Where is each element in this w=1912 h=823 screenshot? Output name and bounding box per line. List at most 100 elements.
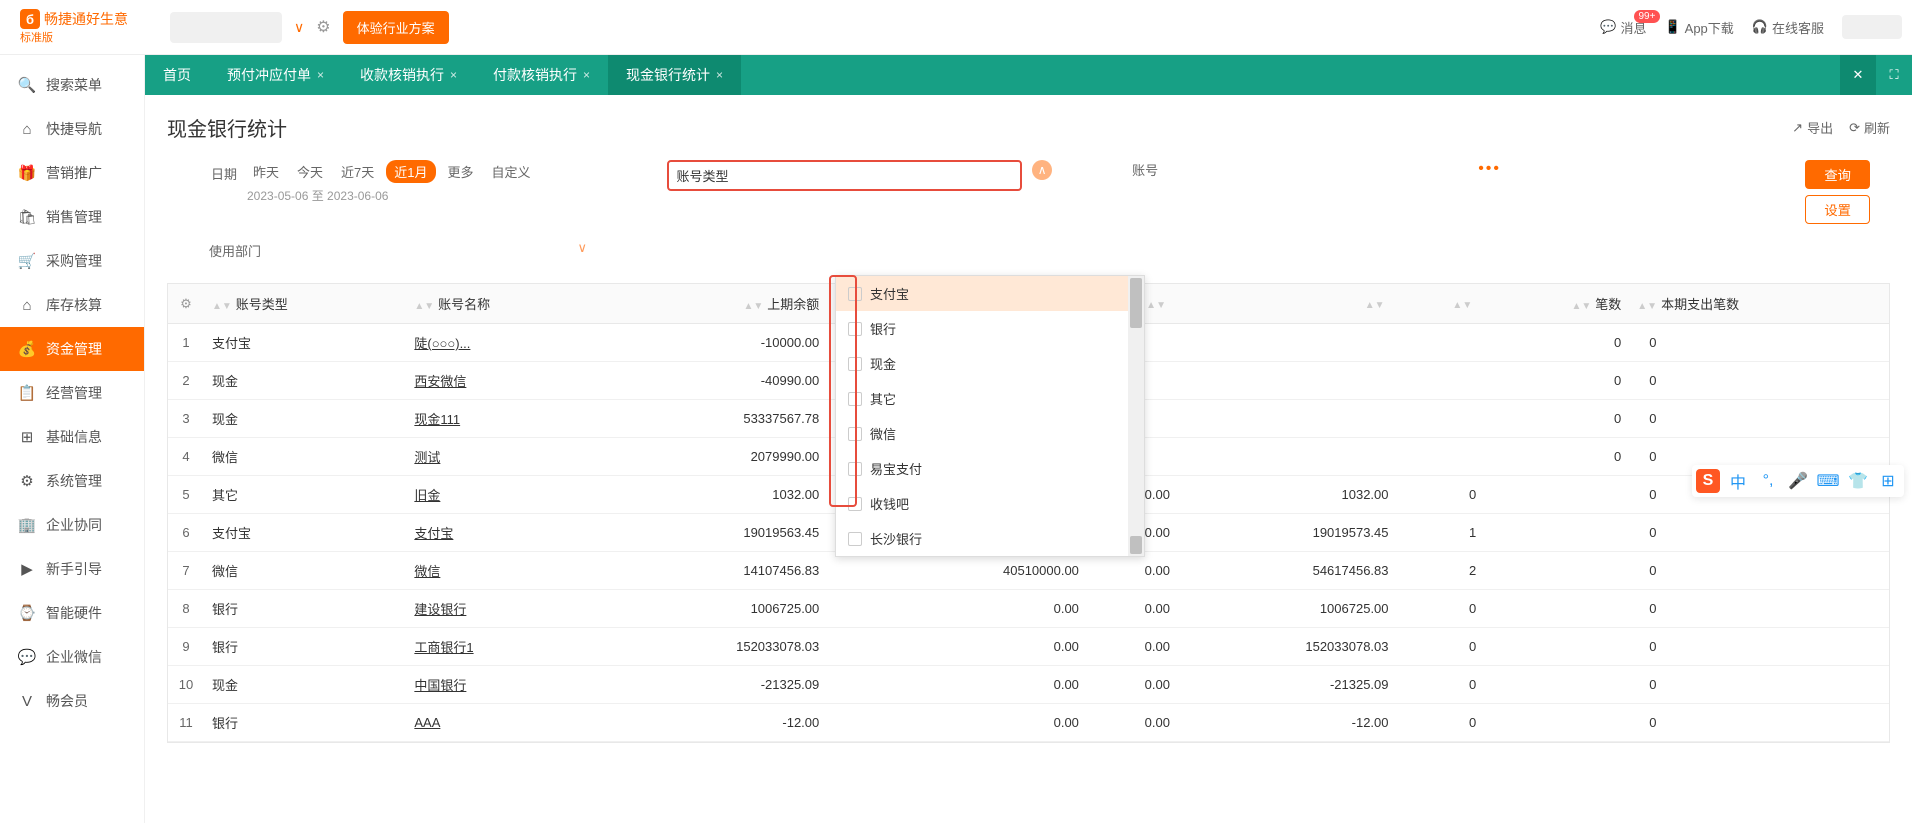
- th-1[interactable]: ▲▼账号类型: [204, 284, 406, 324]
- cell-name[interactable]: 旧金: [406, 476, 608, 514]
- ime-mic-icon[interactable]: 🎤: [1786, 469, 1810, 493]
- dropdown-item-2[interactable]: 现金: [836, 346, 1144, 381]
- sidebar-item-12[interactable]: ⌚智能硬件: [0, 591, 144, 635]
- cell-name[interactable]: 工商银行1: [406, 628, 608, 666]
- sidebar-item-5[interactable]: ⌂库存核算: [0, 283, 144, 327]
- sidebar-item-11[interactable]: ▶新手引导: [0, 547, 144, 591]
- tab-2[interactable]: 收款核销执行×: [342, 55, 475, 95]
- tab-0[interactable]: 首页: [145, 55, 209, 95]
- ime-skin-icon[interactable]: 👕: [1846, 469, 1870, 493]
- tab-3[interactable]: 付款核销执行×: [475, 55, 608, 95]
- date-pill-3[interactable]: 近1月: [386, 160, 435, 183]
- date-pill-0[interactable]: 昨天: [247, 160, 285, 183]
- th-8[interactable]: ▲▼笔数: [1484, 284, 1629, 324]
- cell-name[interactable]: 中国银行: [406, 666, 608, 704]
- dropdown-item-0[interactable]: 支付宝: [836, 276, 1144, 311]
- app-download-button[interactable]: 📱 App下载: [1664, 18, 1733, 37]
- tab-close-icon[interactable]: ×: [583, 68, 590, 82]
- tab-close-icon[interactable]: ×: [317, 68, 324, 82]
- ime-keyboard-icon[interactable]: ⌨: [1816, 469, 1840, 493]
- dropdown-item-7[interactable]: 长沙银行: [836, 521, 1144, 556]
- checkbox[interactable]: [848, 392, 862, 406]
- tab-4[interactable]: 现金银行统计×: [608, 55, 741, 95]
- tab-1[interactable]: 预付冲应付单×: [209, 55, 342, 95]
- checkbox[interactable]: [848, 532, 862, 546]
- account-type-input[interactable]: [732, 169, 1012, 184]
- th-7[interactable]: ▲▼: [1397, 284, 1485, 324]
- dropdown-item-4[interactable]: 微信: [836, 416, 1144, 451]
- sidebar-item-8[interactable]: ⊞基础信息: [0, 415, 144, 459]
- cell-name[interactable]: 西安微信: [406, 362, 608, 400]
- account-type-filter[interactable]: 账号类型: [667, 160, 1023, 191]
- sort-icon[interactable]: ▲▼: [414, 304, 434, 309]
- sidebar-item-9[interactable]: ⚙系统管理: [0, 459, 144, 503]
- sidebar-item-7[interactable]: 📋经营管理: [0, 371, 144, 415]
- checkbox[interactable]: [848, 427, 862, 441]
- checkbox[interactable]: [848, 462, 862, 476]
- sidebar-item-0[interactable]: 🔍搜索菜单: [0, 63, 144, 107]
- refresh-button[interactable]: ⟳ 刷新: [1849, 118, 1890, 137]
- sidebar-item-1[interactable]: ⌂快捷导航: [0, 107, 144, 151]
- tab-close-icon[interactable]: ×: [716, 68, 723, 82]
- company-selector[interactable]: [170, 12, 282, 43]
- messages-button[interactable]: 💬 消息 99+: [1600, 18, 1646, 37]
- sidebar-item-13[interactable]: 💬企业微信: [0, 635, 144, 679]
- date-pill-4[interactable]: 更多: [442, 160, 480, 183]
- th-0[interactable]: ⚙: [168, 284, 204, 324]
- sort-icon[interactable]: ▲▼: [1365, 303, 1385, 308]
- sort-icon[interactable]: ▲▼: [1571, 304, 1591, 309]
- settings-icon[interactable]: ⚙: [316, 17, 330, 37]
- cell-name[interactable]: 微信: [406, 552, 608, 590]
- dropdown-item-3[interactable]: 其它: [836, 381, 1144, 416]
- dept-select[interactable]: ∨: [271, 236, 591, 261]
- sidebar-item-4[interactable]: 🛒采购管理: [0, 239, 144, 283]
- collapse-icon[interactable]: ∧: [1032, 160, 1052, 180]
- date-pill-1[interactable]: 今天: [291, 160, 329, 183]
- th-6[interactable]: ▲▼: [1178, 284, 1397, 324]
- sogou-logo-icon[interactable]: S: [1696, 469, 1720, 493]
- tab-close-icon[interactable]: ×: [450, 68, 457, 82]
- sort-icon[interactable]: ▲▼: [1146, 303, 1166, 308]
- sidebar-item-3[interactable]: 🛍销售管理: [0, 195, 144, 239]
- dropdown-item-5[interactable]: 易宝支付: [836, 451, 1144, 486]
- close-all-tabs-icon[interactable]: ✕: [1840, 55, 1876, 95]
- checkbox[interactable]: [848, 322, 862, 336]
- checkbox[interactable]: [848, 287, 862, 301]
- sidebar-item-6[interactable]: 💰资金管理: [0, 327, 144, 371]
- dropdown-scrollbar[interactable]: [1128, 276, 1144, 556]
- cell-name[interactable]: 测试: [406, 438, 608, 476]
- export-button[interactable]: ↗ 导出: [1792, 118, 1833, 137]
- sort-icon[interactable]: ▲▼: [212, 304, 232, 309]
- th-2[interactable]: ▲▼账号名称: [406, 284, 608, 324]
- cell-name[interactable]: 支付宝: [406, 514, 608, 552]
- sidebar-item-2[interactable]: 🎁营销推广: [0, 151, 144, 195]
- customer-service-button[interactable]: 🎧 在线客服: [1752, 18, 1824, 37]
- settings-button[interactable]: 设置: [1805, 195, 1870, 224]
- sort-icon[interactable]: ▲▼: [743, 304, 763, 309]
- user-avatar[interactable]: [1842, 15, 1902, 39]
- date-pill-5[interactable]: 自定义: [486, 160, 537, 183]
- fullscreen-icon[interactable]: ⛶: [1876, 55, 1912, 95]
- query-button[interactable]: 查询: [1805, 160, 1870, 189]
- cell-name[interactable]: 陡(○○○)...: [406, 324, 608, 362]
- sidebar-item-14[interactable]: V畅会员: [0, 679, 144, 723]
- sort-icon[interactable]: ▲▼: [1637, 304, 1657, 309]
- date-pill-2[interactable]: 近7天: [335, 160, 380, 183]
- company-dropdown-icon[interactable]: ∨: [294, 19, 304, 36]
- sidebar-item-10[interactable]: 🏢企业协同: [0, 503, 144, 547]
- dropdown-item-1[interactable]: 银行: [836, 311, 1144, 346]
- th-9[interactable]: ▲▼本期支出笔数: [1629, 284, 1889, 324]
- ime-toolbox-icon[interactable]: ⊞: [1876, 469, 1900, 493]
- dropdown-item-6[interactable]: 收钱吧: [836, 486, 1144, 521]
- more-filters-icon[interactable]: •••: [1478, 160, 1501, 178]
- sort-icon[interactable]: ▲▼: [1452, 303, 1472, 308]
- checkbox[interactable]: [848, 497, 862, 511]
- cell-name[interactable]: 现金111: [406, 400, 608, 438]
- checkbox[interactable]: [848, 357, 862, 371]
- cell-name[interactable]: AAA: [406, 704, 608, 742]
- th-3[interactable]: ▲▼上期余额: [609, 284, 828, 324]
- ime-punct-icon[interactable]: °,: [1756, 469, 1780, 493]
- trial-button[interactable]: 体验行业方案: [343, 11, 449, 44]
- ime-lang[interactable]: 中: [1726, 469, 1750, 493]
- cell-name[interactable]: 建设银行: [406, 590, 608, 628]
